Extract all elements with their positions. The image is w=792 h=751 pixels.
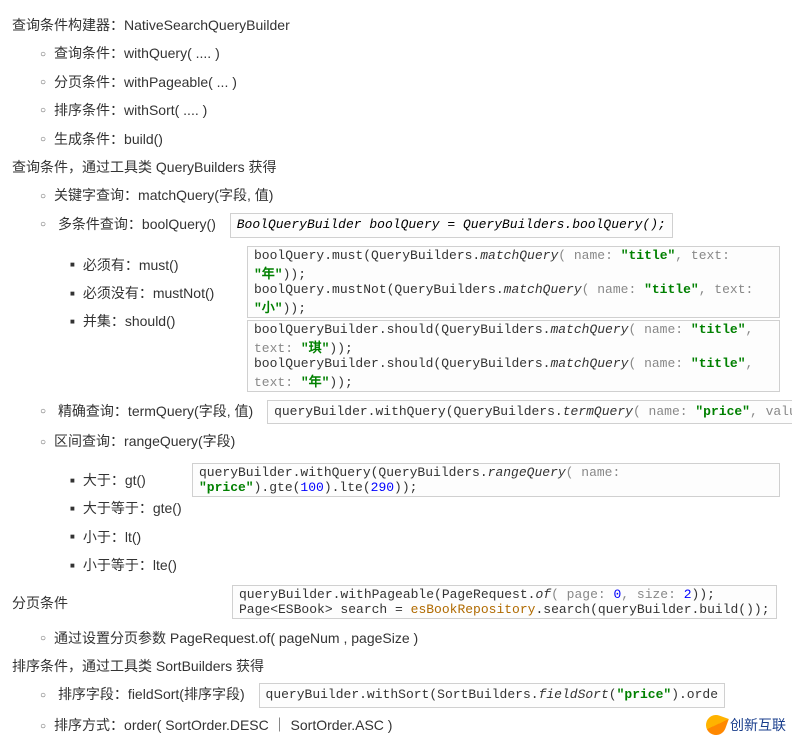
- item-termquery: 精确查询：termQuery(字段, 值) queryBuilder.withQ…: [40, 400, 780, 425]
- item-gte: 大于等于：gte(): [70, 497, 172, 519]
- item-mustnot: 必须没有：mustNot(): [70, 282, 237, 304]
- item-sortorder: 排序方式：order( SortOrder.DESC ｜ SortOrder.A…: [40, 714, 780, 736]
- item-rangequery: 区间查询：rangeQuery(字段): [40, 430, 780, 452]
- code-fieldsort: queryBuilder.withSort(SortBuilders.field…: [259, 683, 726, 708]
- item-gt: 大于：gt(): [70, 469, 172, 491]
- heading-sort: 排序条件，通过工具类 SortBuilders 获得: [12, 655, 780, 677]
- item-withpageable: 分页条件：withPageable( ... ): [40, 71, 780, 93]
- item-lt: 小于：lt(): [70, 526, 172, 548]
- item-fieldsort: 排序字段：fieldSort(排序字段) queryBuilder.withSo…: [40, 683, 780, 708]
- item-lte: 小于等于：lte(): [70, 554, 172, 576]
- item-should: 并集：should(): [70, 310, 237, 332]
- code-rangequery: queryBuilder.withQuery(QueryBuilders.ran…: [192, 463, 780, 497]
- code-boolquery-init: BoolQueryBuilder boolQuery = QueryBuilde…: [230, 213, 673, 238]
- watermark: 创新互联: [706, 715, 786, 735]
- item-withsort: 排序条件：withSort( .... ): [40, 99, 780, 121]
- code-must: boolQuery.must(QueryBuilders.matchQuery(…: [247, 246, 780, 318]
- logo-icon: [703, 712, 729, 738]
- item-matchquery: 关键字查询：matchQuery(字段, 值): [40, 184, 780, 206]
- code-should: boolQueryBuilder.should(QueryBuilders.ma…: [247, 320, 780, 392]
- item-pagerequest: 通过设置分页参数 PageRequest.of( pageNum , pageS…: [40, 627, 780, 649]
- heading-pagination: 分页条件: [12, 592, 212, 614]
- item-boolquery: 多条件查询：boolQuery() BoolQueryBuilder boolQ…: [40, 213, 780, 238]
- code-pagination: queryBuilder.withPageable(PageRequest.of…: [232, 585, 777, 619]
- item-build: 生成条件：build(): [40, 128, 780, 150]
- heading-builder: 查询条件构建器：NativeSearchQueryBuilder: [12, 14, 780, 36]
- heading-querybuilders: 查询条件，通过工具类 QueryBuilders 获得: [12, 156, 780, 178]
- code-termquery: queryBuilder.withQuery(QueryBuilders.ter…: [267, 400, 792, 425]
- item-must: 必须有：must(): [70, 254, 237, 276]
- item-withquery: 查询条件：withQuery( .... ): [40, 42, 780, 64]
